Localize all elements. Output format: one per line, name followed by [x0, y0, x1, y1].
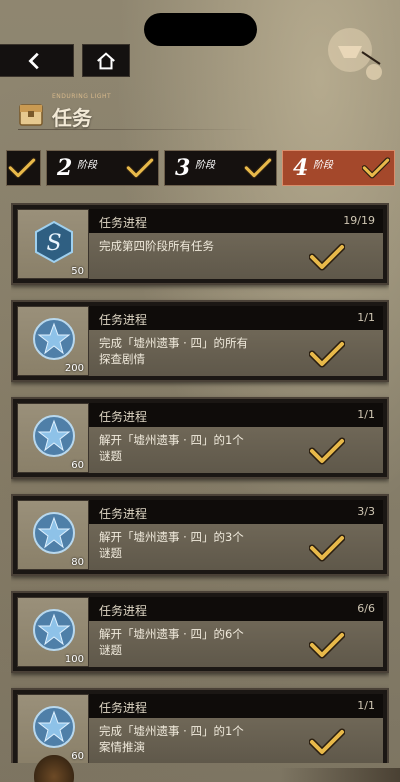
task-description: 完成「墟州遗事 · 四」的1个 案情推演: [99, 724, 244, 754]
star-coin-icon: [33, 512, 75, 554]
check-icon: [308, 728, 346, 756]
page-subtitle: ENDURING LIGHT: [52, 93, 112, 100]
task-body: 解开「墟州遗事 · 四」的3个 谜题: [89, 524, 383, 570]
task-complete-check: [308, 243, 346, 271]
star-coin-icon: [33, 415, 75, 457]
home-button[interactable]: [82, 44, 130, 77]
stage-check: [243, 157, 273, 181]
task-header-label: 任务进程: [99, 410, 148, 424]
check-icon: [308, 437, 346, 465]
task-header: 任务进程 19/19: [89, 209, 383, 233]
check-icon: [125, 157, 155, 179]
task-complete-check: [308, 728, 346, 756]
task-header: 任务进程 3/3: [89, 500, 383, 524]
task-card[interactable]: S 50 任务进程 19/19 完成第四阶段所有任务: [11, 203, 389, 285]
task-body: 完成「墟州遗事 · 四」的1个 案情推演: [89, 718, 383, 763]
stage-label: 阶段: [313, 160, 333, 171]
task-card[interactable]: 200 任务进程 1/1 完成「墟州遗事 · 四」的所有 探查剧情: [11, 300, 389, 382]
task-header: 任务进程 1/1: [89, 403, 383, 427]
bottom-decoration: [34, 755, 74, 782]
reward-slot[interactable]: S 50: [17, 209, 89, 279]
check-icon: [361, 157, 391, 179]
stage-number: 3: [175, 155, 191, 181]
reward-slot[interactable]: 60: [17, 403, 89, 473]
task-body: 完成「墟州遗事 · 四」的所有 探查剧情: [89, 330, 383, 376]
task-header: 任务进程 1/1: [89, 694, 383, 718]
check-icon: [243, 157, 273, 179]
task-progress: 19/19: [343, 214, 375, 227]
task-description: 解开「墟州遗事 · 四」的6个 谜题: [99, 627, 244, 657]
stage-tabs: 2 阶段 3 阶段 4 阶段: [6, 150, 395, 186]
reward-quantity: 200: [64, 363, 84, 374]
task-body: 解开「墟州遗事 · 四」的1个 谜题: [89, 427, 383, 473]
s-token-icon: S: [35, 220, 73, 264]
reward-quantity: 80: [71, 557, 84, 568]
reward-quantity: 50: [71, 266, 84, 277]
task-description: 解开「墟州遗事 · 四」的3个 谜题: [99, 530, 244, 560]
reward-quantity: 60: [71, 460, 84, 471]
quest-chest-icon: [19, 103, 43, 126]
chevron-left-icon: [28, 52, 39, 69]
task-description: 完成第四阶段所有任务: [99, 239, 214, 253]
task-complete-check: [308, 437, 346, 465]
task-card[interactable]: 80 任务进程 3/3 解开「墟州遗事 · 四」的3个 谜题: [11, 494, 389, 576]
stage-tab-2[interactable]: 2 阶段: [46, 150, 159, 186]
stage-number: 4: [293, 155, 309, 181]
stage-label: 阶段: [77, 160, 97, 171]
device-notch: [144, 13, 257, 46]
task-header-label: 任务进程: [99, 216, 148, 230]
task-complete-check: [308, 534, 346, 562]
check-icon: [308, 631, 346, 659]
task-card[interactable]: 60 任务进程 1/1 完成「墟州遗事 · 四」的1个 案情推演: [11, 688, 389, 763]
stage-tab-3[interactable]: 3 阶段: [164, 150, 277, 186]
task-progress: 1/1: [357, 699, 375, 712]
stage-number: 2: [57, 155, 73, 181]
task-list: S 50 任务进程 19/19 完成第四阶段所有任务 200 任务进程 1/1 完成「墟州遗事 …: [11, 203, 389, 763]
check-icon: [7, 157, 37, 179]
page-title: 任务: [52, 106, 92, 130]
task-body: 完成第四阶段所有任务: [89, 233, 383, 279]
task-description: 解开「墟州遗事 · 四」的1个 谜题: [99, 433, 244, 463]
task-header: 任务进程 6/6: [89, 597, 383, 621]
task-header-label: 任务进程: [99, 507, 148, 521]
reward-quantity: 100: [64, 654, 84, 665]
stage-check: [7, 157, 37, 181]
task-header-label: 任务进程: [99, 701, 148, 715]
page-header: ENDURING LIGHT 任务: [18, 93, 111, 131]
reward-slot[interactable]: 80: [17, 500, 89, 570]
lamp-decoration: [328, 28, 382, 80]
check-icon: [308, 243, 346, 271]
reward-slot[interactable]: 200: [17, 306, 89, 376]
back-button[interactable]: [0, 44, 74, 77]
header-divider: [18, 129, 258, 130]
check-icon: [308, 534, 346, 562]
reward-slot[interactable]: 100: [17, 597, 89, 667]
star-coin-icon: [33, 318, 75, 360]
svg-text:S: S: [46, 231, 61, 256]
task-card[interactable]: 60 任务进程 1/1 解开「墟州遗事 · 四」的1个 谜题: [11, 397, 389, 479]
stage-check: [125, 157, 155, 181]
task-header: 任务进程 1/1: [89, 306, 383, 330]
task-progress: 1/1: [357, 311, 375, 324]
bottom-bar-decoration: [280, 768, 400, 782]
star-coin-icon: [33, 706, 75, 748]
task-body: 解开「墟州遗事 · 四」的6个 谜题: [89, 621, 383, 667]
task-header-label: 任务进程: [99, 604, 148, 618]
task-complete-check: [308, 340, 346, 368]
home-icon: [97, 51, 115, 69]
stage-label: 阶段: [195, 160, 215, 171]
task-progress: 6/6: [357, 602, 375, 615]
star-coin-icon: [33, 609, 75, 651]
reward-slot[interactable]: 60: [17, 694, 89, 763]
task-progress: 1/1: [357, 408, 375, 421]
task-complete-check: [308, 631, 346, 659]
task-card[interactable]: 100 任务进程 6/6 解开「墟州遗事 · 四」的6个 谜题: [11, 591, 389, 673]
stage-check: [361, 157, 391, 181]
task-progress: 3/3: [357, 505, 375, 518]
task-header-label: 任务进程: [99, 313, 148, 327]
task-description: 完成「墟州遗事 · 四」的所有 探查剧情: [99, 336, 248, 366]
stage-tab-4[interactable]: 4 阶段: [282, 150, 395, 186]
check-icon: [308, 340, 346, 368]
stage-tab-1[interactable]: [6, 150, 41, 186]
